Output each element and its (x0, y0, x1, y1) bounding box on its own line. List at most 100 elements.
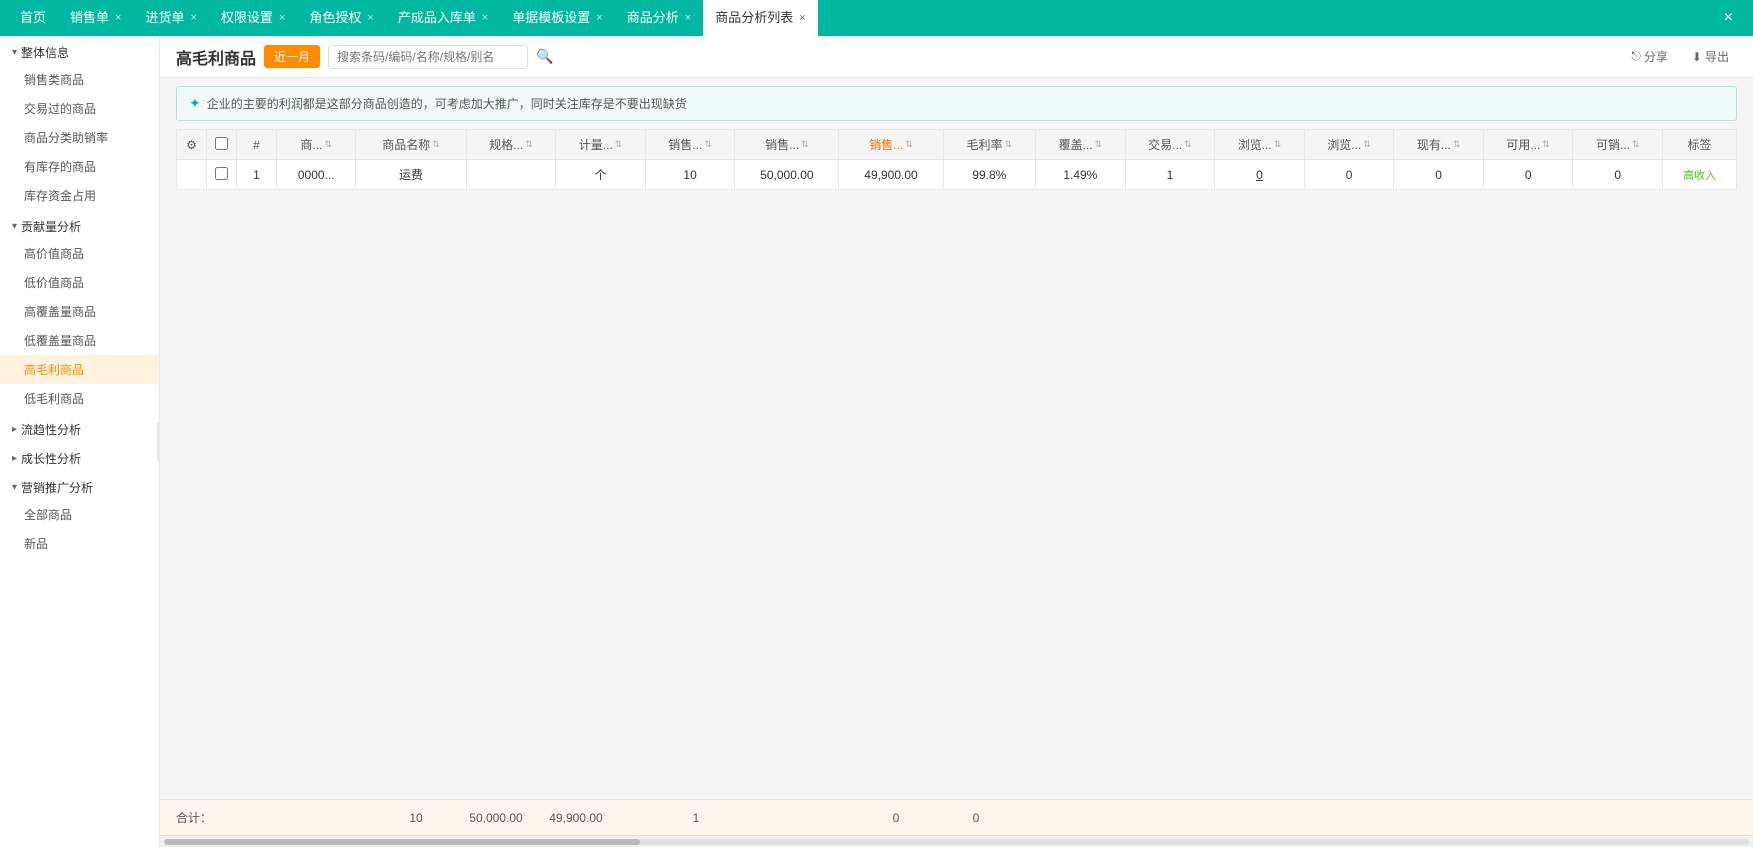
top-navigation: 首页 销售单 × 进货单 × 权限设置 × 角色授权 × 产成品入库单 × 单据… (0, 0, 1753, 36)
col-header-name: 商品名称⇅ (356, 130, 466, 160)
cell-sellable: 0 (1573, 160, 1663, 190)
cell-sales-qty: 10 (645, 160, 735, 190)
cell-sales-amount: 50,000.00 (735, 160, 839, 190)
sidebar-group-trend-analysis[interactable]: ▸ 流趋性分析 (0, 413, 159, 442)
col-header-sales-qty: 销售...⇅ (645, 130, 735, 160)
nav-product-analysis[interactable]: 商品分析 × (615, 0, 703, 36)
total-transaction: 1 (656, 811, 736, 825)
cell-code: 0000... (277, 160, 356, 190)
footer-total: 合计： 10 50,000.00 49,900.00 1 0 0 (160, 799, 1753, 835)
col-header-sales-cost: 销售...⇅ (839, 130, 943, 160)
search-input[interactable] (328, 45, 528, 69)
search-button[interactable]: 🔍 (536, 48, 553, 65)
arrow-down-icon: ▾ (12, 47, 17, 58)
sidebar-group-overall-info[interactable]: ▾ 整体信息 (0, 36, 159, 65)
cell-coverage: 1.49% (1036, 160, 1126, 190)
close-purchase-order-icon[interactable]: × (190, 0, 196, 36)
col-header-gross-margin: 毛利率⇅ (943, 130, 1036, 160)
col-header-num: # (237, 130, 277, 160)
close-product-analysis-icon[interactable]: × (685, 0, 691, 36)
close-sales-order-icon[interactable]: × (115, 0, 121, 36)
sidebar-item-low-value-goods[interactable]: 低价值商品 (0, 268, 159, 297)
col-header-checkbox[interactable] (207, 130, 237, 160)
total-sellable: 0 (936, 811, 1016, 825)
sidebar-item-sales-goods[interactable]: 销售类商品 (0, 65, 159, 94)
product-table: ⚙ # 商...⇅ 商品名称⇅ 规格...⇅ (176, 129, 1737, 190)
total-available: 0 (856, 811, 936, 825)
info-banner: ✦ 企业的主要的利润都是这部分商品创造的，可考虑加大推广，同时关注库存是不要出现… (176, 86, 1737, 121)
cell-available: 0 (1483, 160, 1573, 190)
col-header-browse1: 浏览...⇅ (1215, 130, 1305, 160)
nav-document-template[interactable]: 单据模板设置 × (500, 0, 614, 36)
nav-sales-order[interactable]: 销售单 × (58, 0, 133, 36)
cell-name: 运费 (356, 160, 466, 190)
cell-checkbox[interactable] (207, 160, 237, 190)
export-button[interactable]: ⬇ 导出 (1684, 44, 1737, 69)
content-header: 高毛利商品 近一月 🔍 ⎋ 分享 ⬇ 导出 (160, 36, 1753, 78)
browse1-link[interactable]: 0 (1256, 168, 1263, 182)
table-header-row: ⚙ # 商...⇅ 商品名称⇅ 规格...⇅ (177, 130, 1737, 160)
nav-purchase-order[interactable]: 进货单 × (133, 0, 208, 36)
total-values-container: 10 50,000.00 49,900.00 1 0 0 (376, 811, 1016, 825)
sidebar-item-stock-capital[interactable]: 库存资金占用 (0, 181, 159, 210)
select-all-checkbox[interactable] (215, 137, 228, 150)
cell-num: 1 (237, 160, 277, 190)
row-checkbox[interactable] (215, 167, 228, 180)
scrollbar-track[interactable] (164, 839, 1749, 845)
col-header-settings[interactable]: ⚙ (177, 130, 207, 160)
close-product-analysis-list-icon[interactable]: × (799, 0, 805, 36)
sidebar-group-growth-analysis[interactable]: ▸ 成长性分析 (0, 442, 159, 471)
nav-role-auth[interactable]: 角色授权 × (297, 0, 385, 36)
nav-product-warehouse[interactable]: 产成品入库单 × (386, 0, 500, 36)
close-permission-settings-icon[interactable]: × (279, 0, 285, 36)
main-layout: « ▾ 整体信息 销售类商品 交易过的商品 商品分类助销率 有库存的商品 库存资… (0, 36, 1753, 847)
total-label: 合计： (176, 809, 376, 826)
page-title: 高毛利商品 (176, 45, 256, 69)
sidebar-item-high-coverage-goods[interactable]: 高覆盖量商品 (0, 297, 159, 326)
arrow-down-icon-2: ▾ (12, 221, 17, 232)
cell-tag: 高收入 (1663, 160, 1737, 190)
sidebar-item-high-value-goods[interactable]: 高价值商品 (0, 239, 159, 268)
cell-transaction: 1 (1125, 160, 1215, 190)
col-header-current-stock: 现有...⇅ (1394, 130, 1484, 160)
sidebar-collapse-button[interactable]: « (157, 422, 160, 462)
cell-sales-cost: 49,900.00 (839, 160, 943, 190)
arrow-right-icon: ▸ (12, 424, 17, 435)
sidebar-item-all-goods[interactable]: 全部商品 (0, 500, 159, 529)
share-button[interactable]: ⎋ 分享 (1623, 44, 1676, 69)
total-sales-amount: 50,000.00 (456, 811, 536, 825)
sidebar-item-low-margin-goods[interactable]: 低毛利商品 (0, 384, 159, 413)
sidebar-item-category-sales-rate[interactable]: 商品分类助销率 (0, 123, 159, 152)
filter-recent-month-button[interactable]: 近一月 (264, 45, 320, 68)
nav-product-analysis-list[interactable]: 商品分析列表 × (703, 0, 817, 36)
window-close-button[interactable]: × (1712, 9, 1745, 27)
cell-settings (177, 160, 207, 190)
sidebar-item-traded-goods[interactable]: 交易过的商品 (0, 94, 159, 123)
horizontal-scrollbar[interactable] (160, 835, 1753, 847)
close-product-warehouse-icon[interactable]: × (482, 0, 488, 36)
arrow-right-icon-2: ▸ (12, 453, 17, 464)
nav-permission-settings[interactable]: 权限设置 × (209, 0, 297, 36)
sidebar-item-new-goods[interactable]: 新品 (0, 529, 159, 558)
sidebar: « ▾ 整体信息 销售类商品 交易过的商品 商品分类助销率 有库存的商品 库存资… (0, 36, 160, 847)
total-sales-qty: 10 (376, 811, 456, 825)
col-header-transaction: 交易...⇅ (1125, 130, 1215, 160)
close-document-template-icon[interactable]: × (596, 0, 602, 36)
close-role-auth-icon[interactable]: × (367, 0, 373, 36)
cell-unit: 个 (556, 160, 646, 190)
table-container[interactable]: ⚙ # 商...⇅ 商品名称⇅ 规格...⇅ (160, 129, 1753, 799)
cell-current-stock: 0 (1394, 160, 1484, 190)
sidebar-item-in-stock-goods[interactable]: 有库存的商品 (0, 152, 159, 181)
sidebar-item-low-coverage-goods[interactable]: 低覆盖量商品 (0, 326, 159, 355)
col-header-unit: 计量...⇅ (556, 130, 646, 160)
nav-home[interactable]: 首页 (8, 0, 58, 36)
total-sales-cost: 49,900.00 (536, 811, 616, 825)
sidebar-item-high-margin-goods[interactable]: 高毛利商品 (0, 355, 159, 384)
sidebar-group-contribution-analysis[interactable]: ▾ 贡献量分析 (0, 210, 159, 239)
table-row[interactable]: 1 0000... 运费 个 10 50,000.00 49,900.00 99… (177, 160, 1737, 190)
sidebar-group-marketing-analysis[interactable]: ▾ 营销推广分析 (0, 471, 159, 500)
col-header-spec: 规格...⇅ (466, 130, 556, 160)
scrollbar-thumb[interactable] (164, 839, 640, 845)
share-icon: ⎋ (1631, 49, 1641, 64)
cell-browse1[interactable]: 0 (1215, 160, 1305, 190)
